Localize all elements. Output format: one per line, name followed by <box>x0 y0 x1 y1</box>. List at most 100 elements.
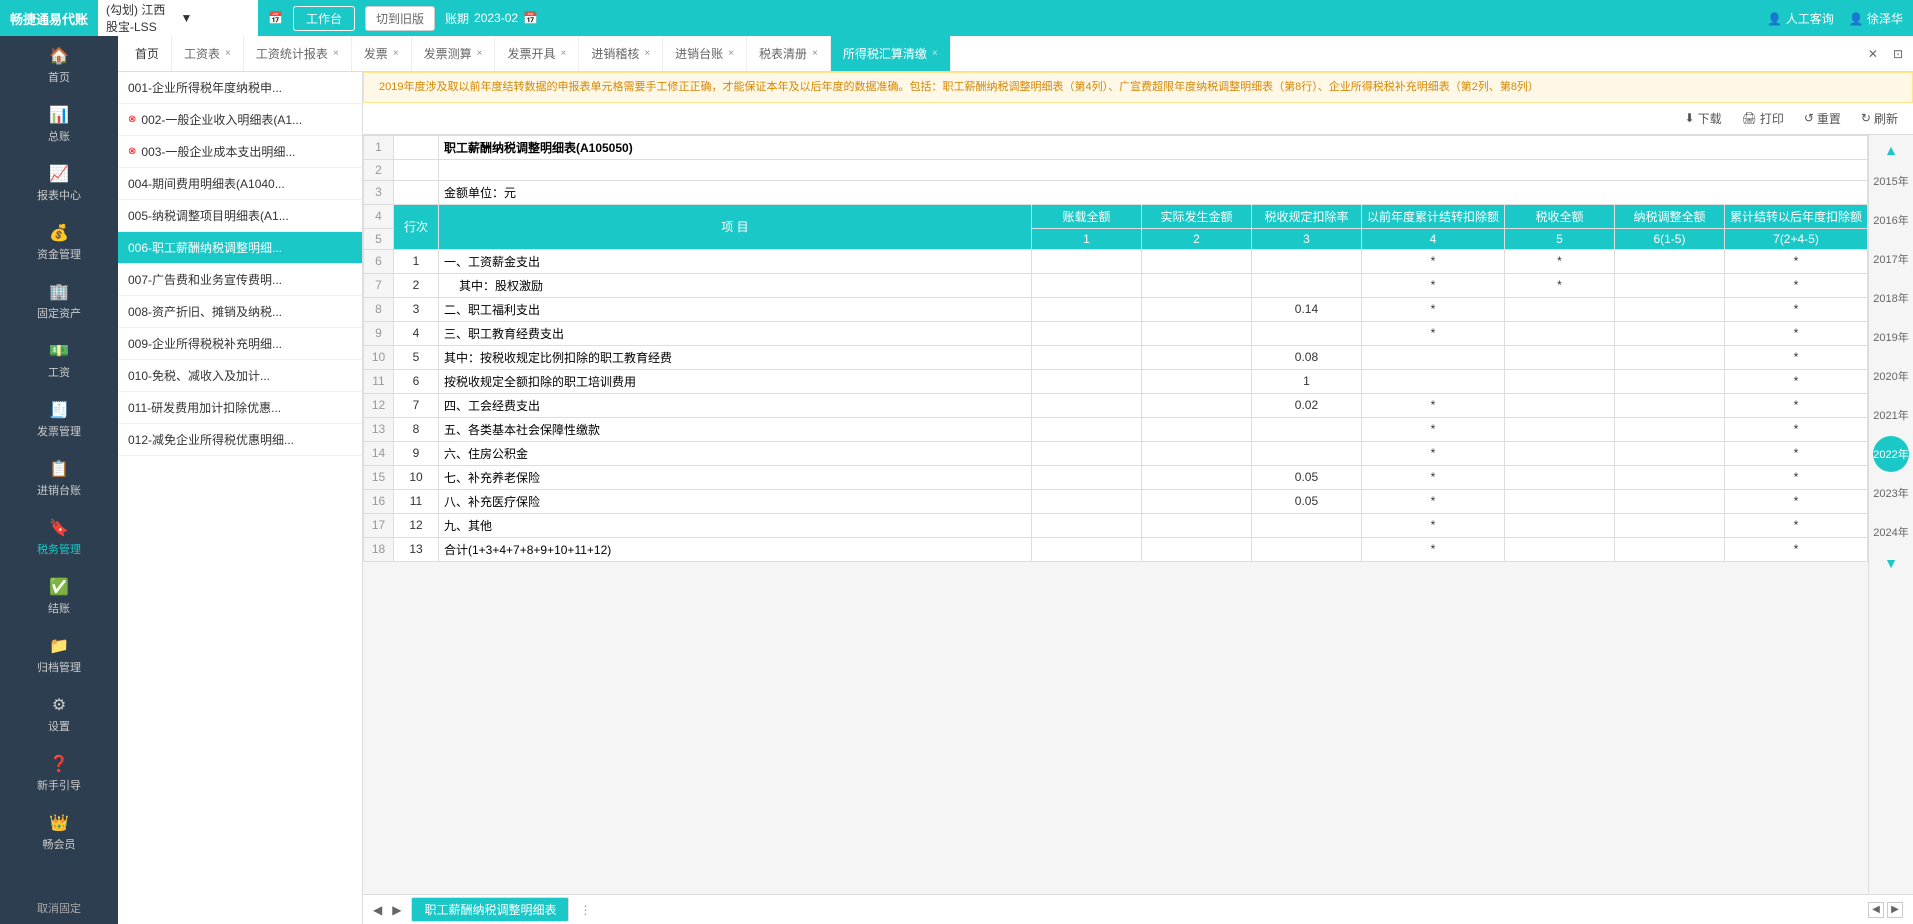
workbench-button[interactable]: 工作台 <box>293 6 355 31</box>
cell-9-c5 <box>1504 321 1614 345</box>
tab-income-tax[interactable]: 所得税汇算清缴 × <box>831 36 951 72</box>
scroll-right-icon[interactable]: ▶ <box>1887 902 1903 918</box>
cell-18-linenum: 13 <box>394 537 439 561</box>
tab-purchase-check[interactable]: 进销稽核 × <box>579 36 663 72</box>
sidebar-item-invoice[interactable]: 🧾 发票管理 <box>0 390 118 449</box>
tab-purchase-check-close-icon[interactable]: × <box>644 36 650 72</box>
col5-num: 5 <box>1504 228 1614 249</box>
tab-salary-report[interactable]: 工资统计报表 × <box>244 36 352 72</box>
form-list-item-004[interactable]: 004-期间费用明细表(A1040... <box>118 168 362 200</box>
sidebar-item-member[interactable]: 👑 畅会员 <box>0 803 118 862</box>
cell-10-c2 <box>1141 345 1251 369</box>
cell-1-A <box>394 135 439 159</box>
year-btn-2016[interactable]: 2016年 <box>1873 202 1909 238</box>
tab-home[interactable]: 首页 <box>123 36 172 72</box>
company-select[interactable]: (勾划) 江西股宝-LSS ▼ <box>98 0 258 38</box>
row-num-8: 8 <box>364 297 394 321</box>
sidebar-item-salary[interactable]: 💵 工资 <box>0 331 118 390</box>
table-row: 9 4 三、职工教育经费支出 * <box>364 321 1868 345</box>
scroll-left-icon[interactable]: ◀ <box>1868 902 1884 918</box>
reset-button[interactable]: ↺ 重置 <box>1799 108 1846 129</box>
tab-tax-table-close-icon[interactable]: × <box>812 36 818 72</box>
toolbar: ⬇ 下载 🖨 打印 ↺ 重置 ↻ 刷新 <box>363 103 1913 135</box>
form-list-item-003[interactable]: ⊗ 003-一般企业成本支出明细... <box>118 136 362 168</box>
year-btn-2024[interactable]: 2024年 <box>1873 514 1909 550</box>
tab-income-tax-close-icon[interactable]: × <box>932 36 938 72</box>
col7-num: 7(2+4-5) <box>1724 228 1867 249</box>
form-list-item-008[interactable]: 008-资产折旧、摊销及纳税... <box>118 296 362 328</box>
tab-invoice-issue-close-icon[interactable]: × <box>560 36 566 72</box>
tab-salary-table[interactable]: 工资表 × <box>172 36 244 72</box>
form-list-item-006[interactable]: 006-职工薪酬纳税调整明细... <box>118 232 362 264</box>
row-num-17: 17 <box>364 513 394 537</box>
sidebar-item-settings[interactable]: ⚙ 设置 <box>0 685 118 744</box>
cell-3-A <box>394 180 439 204</box>
sidebar-item-close[interactable]: ✅ 结账 <box>0 567 118 626</box>
spreadsheet-container[interactable]: 1 职工薪酬纳税调整明细表(A105050) <box>363 135 1868 895</box>
tab-close-all-icon[interactable]: ✕ <box>1863 47 1883 61</box>
cell-16-c4: * <box>1361 489 1504 513</box>
year-btn-2023[interactable]: 2023年 <box>1873 475 1909 511</box>
form-list-item-002[interactable]: ⊗ 002-一般企业收入明细表(A1... <box>118 104 362 136</box>
year-scroll-down-btn[interactable]: ▼ <box>1876 553 1906 573</box>
tab-invoice-calc-close-icon[interactable]: × <box>477 36 483 72</box>
tab-maximize-icon[interactable]: ⊡ <box>1888 47 1908 61</box>
sidebar-item-tax[interactable]: 🔖 税务管理 <box>0 508 118 567</box>
cell-12-c2 <box>1141 393 1251 417</box>
form-list-item-007[interactable]: 007-广告费和业务宣传费明... <box>118 264 362 296</box>
year-btn-2022[interactable]: 2022年 <box>1873 436 1909 472</box>
tab-salary-close-icon[interactable]: × <box>225 36 231 72</box>
form-list-item-010[interactable]: 010-免税、减收入及加计... <box>118 360 362 392</box>
sidebar-item-funds[interactable]: 💰 资金管理 <box>0 213 118 272</box>
refresh-button[interactable]: ↻ 刷新 <box>1856 108 1903 129</box>
tab-invoice-issue[interactable]: 发票开具 × <box>495 36 579 72</box>
cell-13-c4: * <box>1361 417 1504 441</box>
user-avatar[interactable]: 👤 徐泽华 <box>1849 10 1903 27</box>
cell-17-c4: * <box>1361 513 1504 537</box>
tab-salary-report-close-icon[interactable]: × <box>333 36 339 72</box>
year-scroll-up-btn[interactable]: ▲ <box>1876 140 1906 160</box>
sheet-more-icon[interactable]: ⋮ <box>579 903 591 917</box>
year-btn-2017[interactable]: 2017年 <box>1873 241 1909 277</box>
sidebar-item-archive[interactable]: 📁 归档管理 <box>0 626 118 685</box>
cell-9-linenum: 4 <box>394 321 439 345</box>
cell-18-c1 <box>1031 537 1141 561</box>
old-version-button[interactable]: 切到旧版 <box>365 6 435 31</box>
sheet-nav-left-icon[interactable]: ◀ <box>373 903 382 917</box>
sidebar-item-assets[interactable]: 🏢 固定资产 <box>0 272 118 331</box>
customer-service-btn[interactable]: 👤 人工客询 <box>1767 10 1833 27</box>
cell-12-linenum: 7 <box>394 393 439 417</box>
sidebar-item-purchase-sales[interactable]: 📋 进销台账 <box>0 449 118 508</box>
year-btn-2015[interactable]: 2015年 <box>1873 163 1909 199</box>
sidebar-item-home[interactable]: 🏠 首页 <box>0 36 118 95</box>
year-btn-2021[interactable]: 2021年 <box>1873 397 1909 433</box>
sidebar-item-ledger[interactable]: 📊 总账 <box>0 95 118 154</box>
tab-invoice-close-icon[interactable]: × <box>393 36 399 72</box>
year-btn-2019[interactable]: 2019年 <box>1873 319 1909 355</box>
tab-invoice[interactable]: 发票 × <box>352 36 412 72</box>
download-button[interactable]: ⬇ 下载 <box>1680 108 1727 129</box>
form-list-item-005[interactable]: 005-纳税调整项目明细表(A1... <box>118 200 362 232</box>
cell-10-project: 其中：按税收规定比例扣除的职工教育经费 <box>439 345 1032 369</box>
sheet-nav-right-icon[interactable]: ▶ <box>392 903 401 917</box>
form-list-item-011[interactable]: 011-研发费用加计扣除优惠... <box>118 392 362 424</box>
cell-12-c6 <box>1614 393 1724 417</box>
form-list-item-001[interactable]: 001-企业所得税年度纳税申... <box>118 72 362 104</box>
cell-14-linenum: 9 <box>394 441 439 465</box>
tab-invoice-calc[interactable]: 发票测算 × <box>412 36 496 72</box>
form-list-item-012[interactable]: 012-减免企业所得税优惠明细... <box>118 424 362 456</box>
form-list-item-009[interactable]: 009-企业所得税税补充明细... <box>118 328 362 360</box>
year-btn-2018[interactable]: 2018年 <box>1873 280 1909 316</box>
tab-tax-table[interactable]: 税表清册 × <box>747 36 831 72</box>
cell-13-c2 <box>1141 417 1251 441</box>
cancel-fixed-btn[interactable]: 取消固定 <box>0 892 118 924</box>
tab-purchase-ledger-close-icon[interactable]: × <box>728 36 734 72</box>
print-button[interactable]: 🖨 打印 <box>1737 108 1789 129</box>
tab-purchase-ledger[interactable]: 进销台账 × <box>663 36 747 72</box>
year-btn-2020[interactable]: 2020年 <box>1873 358 1909 394</box>
main-spreadsheet-area: 2019年度涉及取以前年度结转数据的申报表单元格需要手工修正正确，才能保证本年及… <box>363 72 1913 924</box>
calendar-icon: 📅 <box>268 11 283 25</box>
sidebar-item-reports[interactable]: 📈 报表中心 <box>0 154 118 213</box>
sidebar-item-guide[interactable]: ❓ 新手引导 <box>0 744 118 803</box>
sheet-tab[interactable]: 职工薪酬纳税调整明细表 <box>411 897 569 922</box>
